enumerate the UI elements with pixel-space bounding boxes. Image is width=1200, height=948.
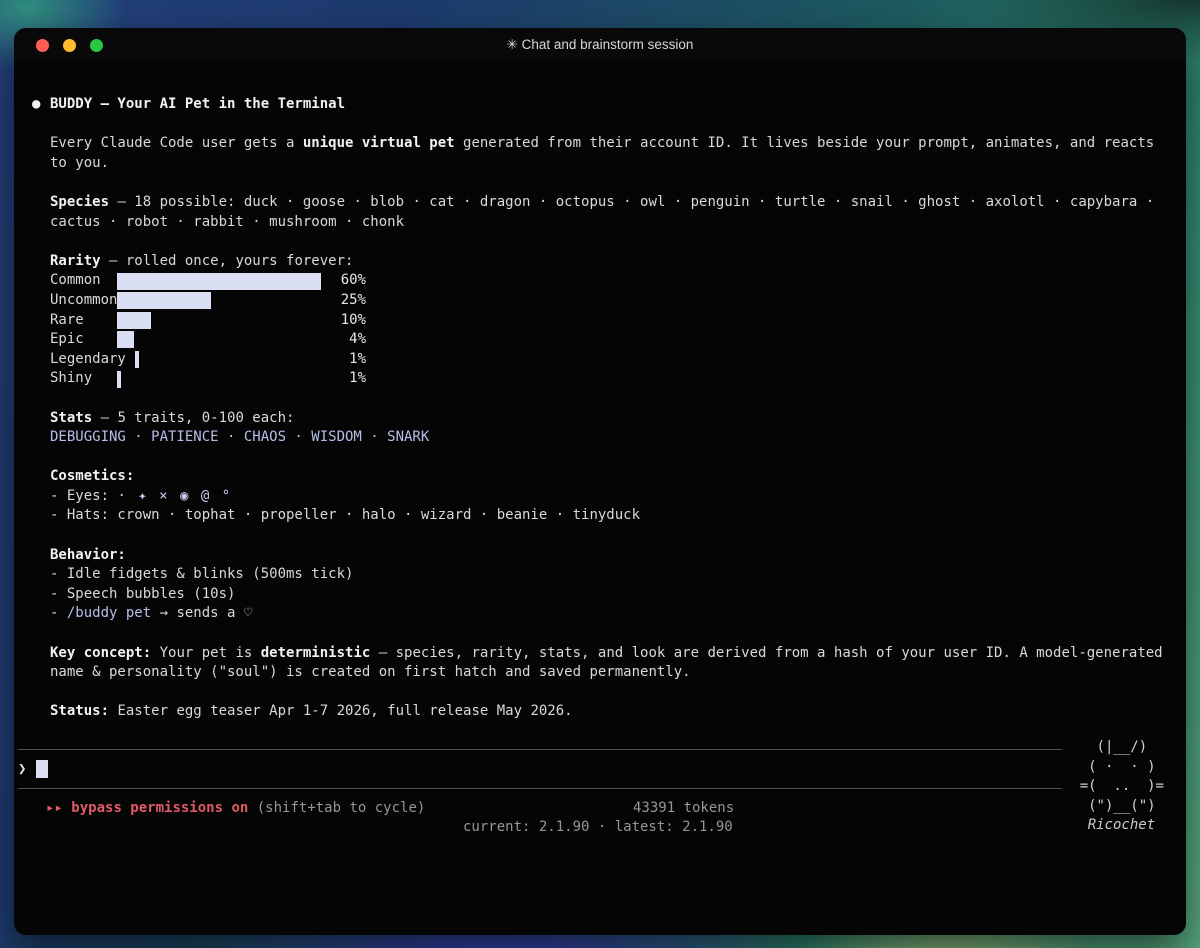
page-title: BUDDY — Your AI Pet in the Terminal: [50, 96, 345, 112]
rarity-subtitle: — rolled once, yours forever:: [101, 253, 354, 269]
rarity-heading: Rarity — rolled once, yours forever:: [50, 252, 1168, 272]
dash: -: [50, 605, 67, 621]
species-label: Species: [50, 194, 109, 210]
close-button[interactable]: [36, 39, 49, 52]
status-text: Easter egg teaser Apr 1-7 2026, full rel…: [109, 703, 573, 719]
key-concept-bold: deterministic: [261, 645, 371, 661]
mode-hint: (shift+tab to cycle): [248, 800, 425, 816]
stats-traits: DEBUGGING · PATIENCE · CHAOS · WISDOM · …: [50, 428, 1168, 448]
rarity-chart: Common60%Uncommon25%Rare10%Epic4%Legenda…: [50, 271, 1168, 389]
text-cursor[interactable]: [36, 760, 48, 778]
behavior-heading: Behavior:: [50, 546, 1168, 566]
eyes-line: - Eyes: · ✦ × ◉ @ °: [50, 487, 1168, 507]
eye-style-icons: · ✦ × ◉ @ °: [117, 488, 232, 504]
rarity-bar: [117, 331, 134, 348]
assistant-message-header: ● BUDDY — Your AI Pet in the Terminal: [50, 95, 1168, 115]
intro-paragraph: Every Claude Code user gets a unique vir…: [50, 134, 1168, 173]
rarity-bar: [117, 371, 121, 388]
rarity-bar-row: Shiny 1%: [50, 369, 1168, 389]
behavior-item-speech: - Speech bubbles (10s): [50, 585, 1168, 605]
terminal-window[interactable]: ✳ Chat and brainstorm session ● BUDDY — …: [14, 28, 1186, 935]
prompt-input[interactable]: ❯: [14, 760, 1186, 780]
rarity-bar-row: Epic 4%: [50, 330, 1168, 350]
cosmetics-heading: Cosmetics:: [50, 467, 1168, 487]
key-concept-paragraph: Key concept: Your pet is deterministic —…: [50, 644, 1168, 683]
rarity-bar-row: Legendary 1%: [50, 350, 1168, 370]
rarity-bar: [117, 312, 151, 329]
permission-mode-indicator[interactable]: ▸▸ bypass permissions on (shift+tab to c…: [46, 799, 425, 819]
rarity-value: 10%: [300, 311, 366, 331]
rarity-value: 4%: [300, 330, 366, 350]
key-concept-label: Key concept:: [50, 645, 151, 661]
window-title: ✳ Chat and brainstorm session: [14, 28, 1186, 62]
eyes-label: - Eyes:: [50, 488, 117, 504]
rarity-category-label: Uncommon: [50, 291, 117, 311]
key-concept-text: Your pet is: [151, 645, 261, 661]
zoom-button[interactable]: [90, 39, 103, 52]
intro-bold-text: unique virtual pet: [303, 135, 455, 151]
rarity-bar-row: Uncommon 25%: [50, 291, 1168, 311]
status-line: Status: Easter egg teaser Apr 1-7 2026, …: [50, 702, 1168, 722]
pet-ascii-art: (|__/) ( · · ) =( .. )= (")__("): [1080, 738, 1164, 816]
intro-text: Every Claude Code user gets a: [50, 135, 303, 151]
token-count: 43391 tokens: [633, 799, 734, 819]
hats-line: - Hats: crown · tophat · propeller · hal…: [50, 506, 1168, 526]
rarity-category-label: Common: [50, 271, 117, 291]
input-bottom-border: [14, 779, 1186, 799]
rarity-bar-row: Rare 10%: [50, 311, 1168, 331]
pet-name: Ricochet: [1080, 816, 1164, 836]
window-title-text: Chat and brainstorm session: [522, 37, 694, 52]
buddy-pet-command: /buddy pet: [67, 605, 151, 621]
input-and-status-area: ❯ ▸▸ bypass permissions on (shift+tab to…: [14, 740, 1186, 838]
version-row: current: 2.1.90 · latest: 2.1.90: [14, 818, 1186, 838]
rarity-value: 1%: [300, 350, 366, 370]
rarity-bar-row: Common 60%: [50, 271, 1168, 291]
title-bar: ✳ Chat and brainstorm session: [14, 28, 1186, 62]
stats-heading: Stats — 5 traits, 0-100 each:: [50, 409, 1168, 429]
version-info: current: 2.1.90 · latest: 2.1.90: [463, 818, 733, 838]
rarity-value: 25%: [300, 291, 366, 311]
mode-label: bypass permissions on: [71, 800, 248, 816]
minimize-button[interactable]: [63, 39, 76, 52]
rarity-category-label: Rare: [50, 311, 117, 331]
traffic-lights: [36, 39, 103, 52]
stats-label: Stats: [50, 410, 92, 426]
rarity-bar: [117, 292, 211, 309]
rarity-category-label: Shiny: [50, 369, 117, 389]
rarity-bar: [117, 273, 321, 290]
mode-arrows-icon: ▸▸: [46, 800, 71, 816]
input-top-border: [14, 740, 1186, 760]
rarity-category-label: Legendary: [50, 350, 126, 370]
rarity-value: 1%: [300, 369, 366, 389]
message-bullet-icon: ●: [32, 95, 40, 115]
stats-subtitle: — 5 traits, 0-100 each:: [92, 410, 294, 426]
status-bar: ▸▸ bypass permissions on (shift+tab to c…: [14, 799, 1186, 819]
status-label: Status:: [50, 703, 109, 719]
rarity-category-label: Epic: [50, 330, 117, 350]
spark-icon: ✳: [507, 37, 518, 52]
rarity-bar: [135, 351, 139, 368]
session-transcript: ● BUDDY — Your AI Pet in the Terminal Ev…: [14, 62, 1186, 722]
behavior-pet-text: → sends a: [151, 605, 244, 621]
behavior-item-pet: - /buddy pet → sends a ♡: [50, 604, 1168, 624]
behavior-item-idle: - Idle fidgets & blinks (500ms tick): [50, 565, 1168, 585]
pet-display: (|__/) ( · · ) =( .. )= (")__(") Ricoche…: [1080, 738, 1164, 836]
species-line: Species — 18 possible: duck · goose · bl…: [50, 193, 1168, 232]
rarity-label: Rarity: [50, 253, 101, 269]
rarity-value: 60%: [300, 271, 366, 291]
prompt-chevron-icon: ❯: [18, 760, 26, 780]
species-list: — 18 possible: duck · goose · blob · cat…: [50, 194, 1154, 230]
heart-icon: ♡: [244, 605, 252, 621]
